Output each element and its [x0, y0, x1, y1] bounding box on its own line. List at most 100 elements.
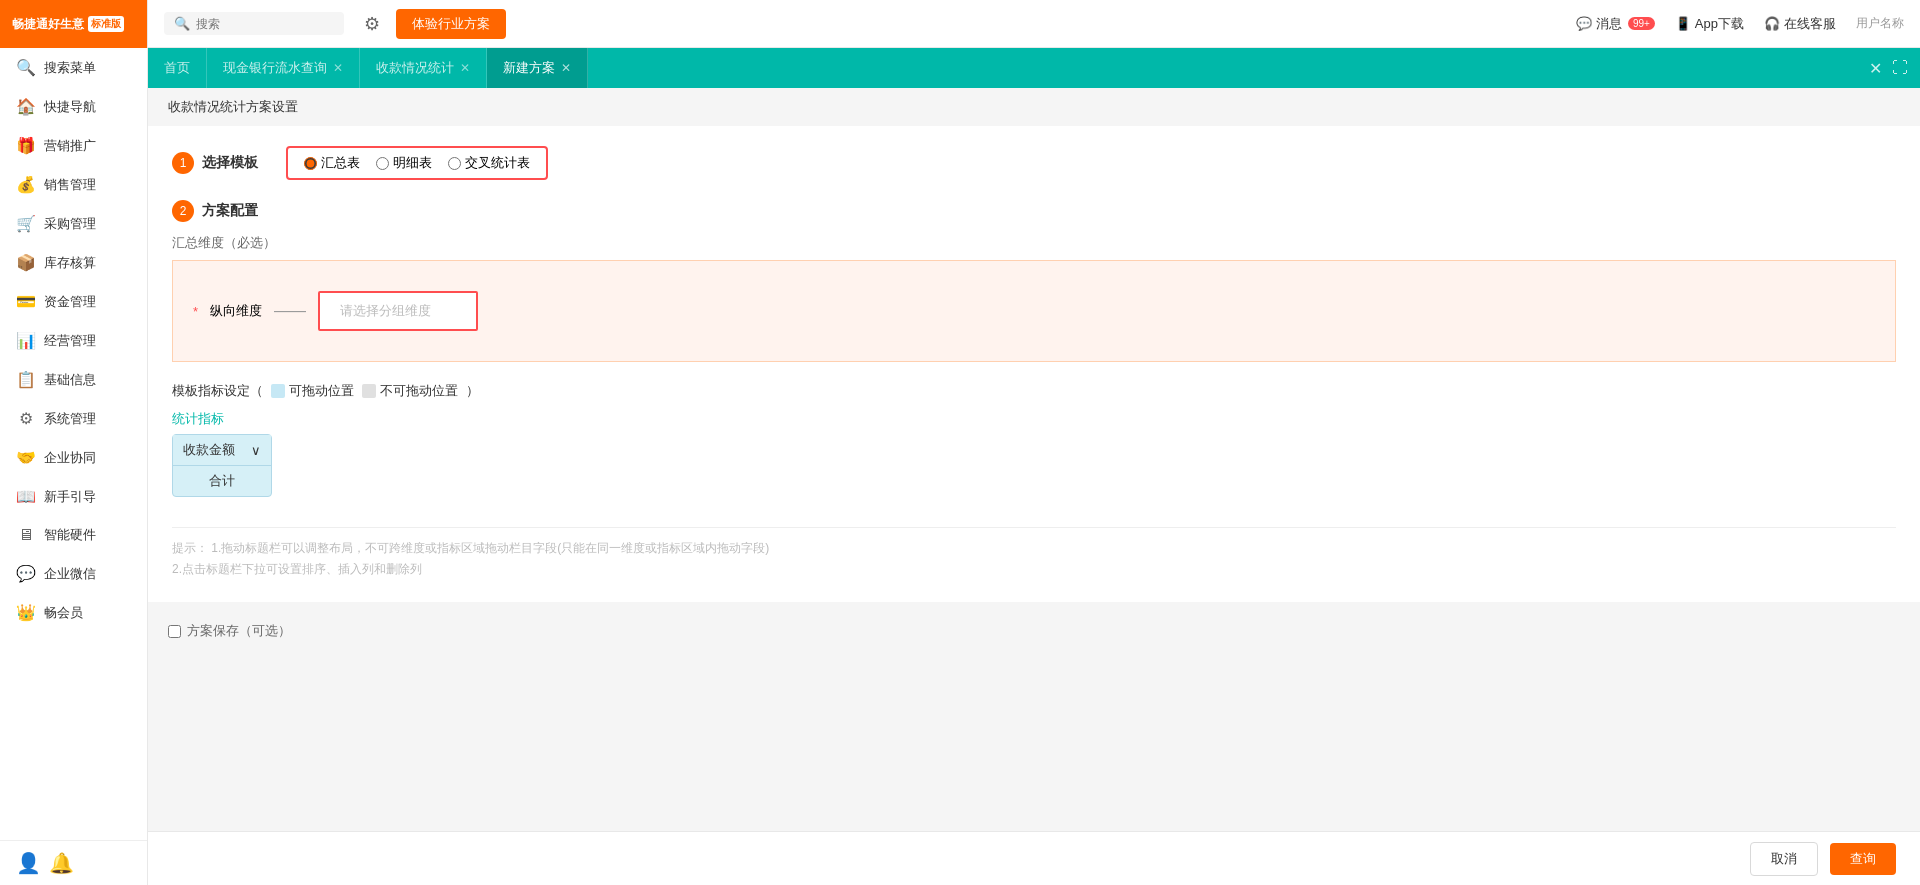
- sidebar-item-7[interactable]: 📊 经营管理: [0, 321, 147, 360]
- sidebar-icon-6: 💳: [16, 292, 36, 311]
- sidebar: 畅捷通好生意 标准版 🔍搜索菜单 🏠 快捷导航 🎁营销推广 💰 销售管理 🛒采购管理📦库存核…: [0, 0, 148, 885]
- tab-2[interactable]: 收款情况统计✕: [360, 48, 487, 88]
- sidebar-label-5: 库存核算: [44, 254, 96, 272]
- sidebar-item-1[interactable]: 🏠 快捷导航: [0, 87, 147, 126]
- draggable-label: 可拖动位置: [289, 382, 354, 400]
- template-selection-box: 汇总表 明细表 交叉统计表: [286, 146, 548, 180]
- query-button[interactable]: 查询: [1830, 843, 1896, 875]
- indicator-card-body: 合计: [173, 466, 271, 496]
- tab-3[interactable]: 新建方案✕: [487, 48, 588, 88]
- message-button[interactable]: 💬 消息 99+: [1576, 15, 1655, 33]
- logo-text: 畅捷通好生意: [12, 16, 84, 33]
- indicator-card-title: 收款金额: [183, 441, 235, 459]
- sidebar-item-3[interactable]: 💰 销售管理: [0, 165, 147, 204]
- search-input[interactable]: [196, 17, 326, 31]
- save-plan-checkbox[interactable]: [168, 625, 181, 638]
- header-search-box: 🔍: [164, 12, 344, 35]
- dim-placeholder: 请选择分组维度: [340, 302, 431, 320]
- sidebar-label-3: 销售管理: [44, 176, 96, 194]
- radio-detail-input[interactable]: [376, 157, 389, 170]
- radio-detail-label: 明细表: [393, 154, 432, 172]
- radio-summary-label: 汇总表: [321, 154, 360, 172]
- required-mark: *: [193, 304, 198, 319]
- sidebar-item-8[interactable]: 📋 基础信息: [0, 360, 147, 399]
- draggable-color-box: [271, 384, 285, 398]
- app-download-button[interactable]: 📱 App下载: [1675, 15, 1744, 33]
- tab-close-1[interactable]: ✕: [333, 61, 343, 75]
- sidebar-item-2[interactable]: 🎁营销推广: [0, 126, 147, 165]
- close-window-icon[interactable]: ✕: [1869, 59, 1882, 78]
- indicator-card-header[interactable]: 收款金额 ∨: [173, 435, 271, 466]
- step2-header: 2 方案配置: [172, 200, 1896, 222]
- cancel-button[interactable]: 取消: [1750, 842, 1818, 876]
- sidebar-item-12[interactable]: 🖥智能硬件: [0, 516, 147, 554]
- vertical-dim-label: 纵向维度: [210, 302, 262, 320]
- tab-close-2[interactable]: ✕: [460, 61, 470, 75]
- sidebar-item-9[interactable]: ⚙ 系统管理: [0, 399, 147, 438]
- sidebar-item-10[interactable]: 🤝企业协同: [0, 438, 147, 477]
- indicator-category-label: 统计指标: [172, 410, 1896, 428]
- indicator-table-section: 统计指标 收款金额 ∨ 合计: [172, 410, 1896, 497]
- sidebar-label-11: 新手引导: [44, 488, 96, 506]
- save-plan-label: 方案保存（可选）: [187, 622, 291, 640]
- tab-1[interactable]: 现金银行流水查询✕: [207, 48, 360, 88]
- sidebar-icon-8: 📋: [16, 370, 36, 389]
- dimension-row: * 纵向维度 —— 请选择分组维度: [193, 291, 478, 331]
- sidebar-icon-4: 🛒: [16, 214, 36, 233]
- bottom-bar: 取消 查询: [148, 831, 1920, 885]
- tab-0[interactable]: 首页: [148, 48, 207, 88]
- message-icon: 💬: [1576, 16, 1592, 31]
- maximize-icon[interactable]: ⛶: [1892, 59, 1908, 77]
- step1-num: 1: [172, 152, 194, 174]
- draggable-legend-item: 可拖动位置: [271, 382, 354, 400]
- sidebar-item-5[interactable]: 📦库存核算: [0, 243, 147, 282]
- sidebar-logo: 畅捷通好生意 标准版: [0, 0, 147, 48]
- sidebar-label-7: 经营管理: [44, 332, 96, 350]
- gear-icon[interactable]: ⚙: [364, 13, 380, 35]
- sidebar-icon-11: 📖: [16, 487, 36, 506]
- dim-arrow: ——: [274, 302, 306, 320]
- sidebar-item-0[interactable]: 🔍搜索菜单: [0, 48, 147, 87]
- save-plan-checkbox-label[interactable]: 方案保存（可选）: [168, 622, 1900, 640]
- sidebar-item-6[interactable]: 💳资金管理: [0, 282, 147, 321]
- radio-cross-input[interactable]: [448, 157, 461, 170]
- sidebar-bottom-icon-1[interactable]: 👤: [16, 851, 41, 875]
- service-icon: 🎧: [1764, 16, 1780, 31]
- step1-row: 1 选择模板 汇总表 明细表 交叉统计表: [172, 146, 1896, 180]
- sidebar-item-13[interactable]: 💬企业微信: [0, 554, 147, 593]
- indicator-header: 模板指标设定（ 可拖动位置 不可拖动位置 ）: [172, 382, 1896, 400]
- sidebar-label-1: 快捷导航: [44, 98, 96, 116]
- download-icon: 📱: [1675, 16, 1691, 31]
- sidebar-label-9: 系统管理: [44, 410, 96, 428]
- sidebar-icon-12: 🖥: [16, 526, 36, 544]
- sidebar-label-0: 搜索菜单: [44, 59, 96, 77]
- tabbar-right: ✕ ⛶: [1857, 48, 1920, 88]
- sidebar-icon-7: 📊: [16, 331, 36, 350]
- radio-detail[interactable]: 明细表: [376, 154, 432, 172]
- radio-summary[interactable]: 汇总表: [304, 154, 360, 172]
- trial-industry-button[interactable]: 体验行业方案: [396, 9, 506, 39]
- non-draggable-label: 不可拖动位置: [380, 382, 458, 400]
- chevron-down-icon[interactable]: ∨: [251, 443, 261, 458]
- sidebar-icon-1: 🏠: [16, 97, 36, 116]
- sidebar-item-14[interactable]: 👑畅会员: [0, 593, 147, 632]
- radio-summary-input[interactable]: [304, 157, 317, 170]
- sidebar-bottom: 👤 🔔: [0, 840, 147, 885]
- footer-section: 方案保存（可选）: [148, 612, 1920, 650]
- radio-cross[interactable]: 交叉统计表: [448, 154, 530, 172]
- dim-select-box[interactable]: 请选择分组维度: [318, 291, 478, 331]
- step2-row: 2 方案配置 汇总维度（必选） * 纵向维度 —— 请选择分组维度: [172, 200, 1896, 578]
- sidebar-label-8: 基础信息: [44, 371, 96, 389]
- sidebar-label-2: 营销推广: [44, 137, 96, 155]
- non-draggable-color-box: [362, 384, 376, 398]
- sidebar-item-11[interactable]: 📖 新手引导: [0, 477, 147, 516]
- search-icon: 🔍: [174, 16, 190, 31]
- online-service-button[interactable]: 🎧 在线客服: [1764, 15, 1836, 33]
- tab-close-3[interactable]: ✕: [561, 61, 571, 75]
- radio-cross-label: 交叉统计表: [465, 154, 530, 172]
- summary-dimension-title: 汇总维度（必选）: [172, 234, 1896, 252]
- sidebar-icon-3: 💰: [16, 175, 36, 194]
- sidebar-bottom-icon-2[interactable]: 🔔: [49, 851, 74, 875]
- sidebar-item-4[interactable]: 🛒采购管理: [0, 204, 147, 243]
- sidebar-icon-9: ⚙: [16, 409, 36, 428]
